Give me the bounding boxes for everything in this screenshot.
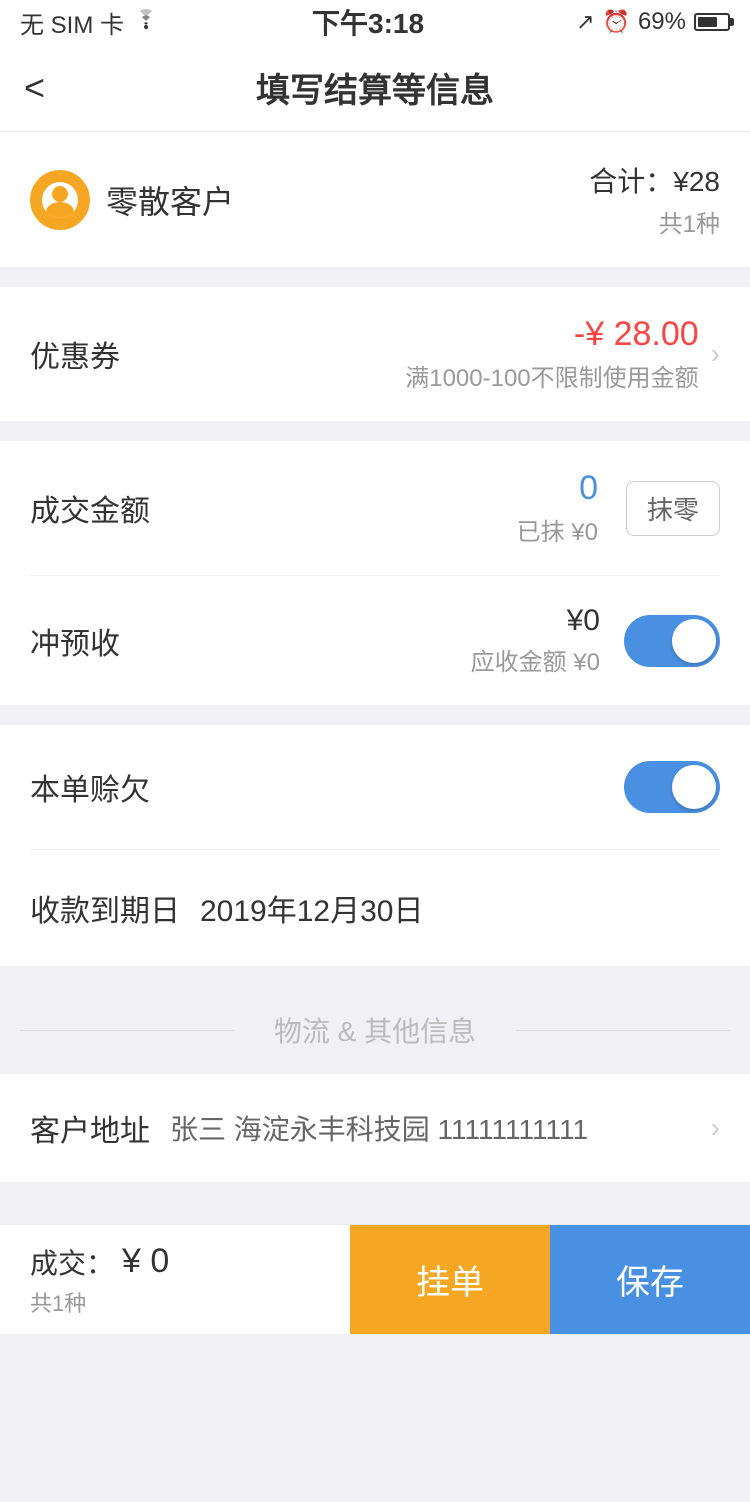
prepay-toggle[interactable]: [624, 615, 720, 667]
total-count: 共1种: [589, 204, 720, 239]
divider-3: [0, 705, 750, 725]
alarm-icon: ⏰: [603, 9, 630, 35]
debit-toggle[interactable]: [624, 761, 720, 813]
customer-section: 零散客户 合计：¥28 共1种: [0, 132, 750, 267]
avatar-icon: [42, 182, 78, 218]
battery-percent: 69%: [638, 8, 686, 36]
bottom-deal-amount: ¥ 0: [122, 1242, 169, 1281]
divider-2: [0, 421, 750, 441]
coupon-right: -¥ 28.00 满1000-100不限制使用金额 ›: [405, 315, 720, 393]
round-zero-button[interactable]: 抹零: [626, 481, 720, 536]
avatar: [30, 170, 90, 230]
coupon-section: 优惠券 -¥ 28.00 满1000-100不限制使用金额 ›: [0, 287, 750, 421]
address-label: 客户地址: [30, 1106, 150, 1150]
save-button[interactable]: 保存: [550, 1225, 750, 1334]
prepay-right: ¥0 应收金额 ¥0: [471, 604, 720, 677]
deal-amount-right: 0 已抹 ¥0 抹零: [517, 469, 720, 547]
deal-section: 成交金额 0 已抹 ¥0 抹零 冲预收 ¥0 应收金额 ¥0: [0, 441, 750, 705]
back-button[interactable]: <: [24, 67, 45, 109]
total-amount: 合计：¥28: [589, 160, 720, 200]
address-row[interactable]: 客户地址 张三 海淀永丰科技园 11111111111 ›: [30, 1074, 720, 1182]
address-section: 客户地址 张三 海淀永丰科技园 11111111111 ›: [0, 1074, 750, 1182]
prepay-sub: 应收金额 ¥0: [471, 642, 600, 677]
divider-1: [0, 267, 750, 287]
debit-label: 本单赊欠: [30, 765, 150, 809]
pending-button[interactable]: 挂单: [350, 1225, 550, 1334]
bottom-deal-count: 共1种: [30, 1286, 320, 1318]
deal-amount-row: 成交金额 0 已抹 ¥0 抹零: [30, 441, 720, 576]
coupon-right-col: -¥ 28.00 满1000-100不限制使用金额: [405, 315, 698, 393]
location-icon: ↗: [576, 9, 594, 35]
debit-row: 本单赊欠: [30, 725, 720, 849]
due-date-value: 2019年12月30日: [200, 886, 423, 930]
deal-amount-value: 0: [517, 469, 598, 508]
coupon-row[interactable]: 优惠券 -¥ 28.00 满1000-100不限制使用金额 ›: [30, 287, 720, 421]
status-right: ↗ ⏰ 69%: [576, 8, 730, 36]
address-chevron-icon: ›: [711, 1112, 720, 1144]
logistics-line-right: [516, 1030, 730, 1031]
address-value: 张三 海淀永丰科技园 11111111111: [170, 1108, 711, 1148]
bottom-deal-row: 成交： ¥ 0: [30, 1242, 320, 1282]
wifi-icon: [132, 8, 160, 36]
status-left: 无 SIM 卡: [20, 5, 160, 40]
coupon-value: -¥ 28.00: [405, 315, 698, 354]
time-display: 下午3:18: [312, 2, 424, 42]
nav-bar: < 填写结算等信息: [0, 44, 750, 132]
logistics-line-left: [20, 1030, 234, 1031]
logistics-text: 物流 & 其他信息: [254, 1010, 496, 1050]
status-bar: 无 SIM 卡 下午3:18 ↗ ⏰ 69%: [0, 0, 750, 44]
battery-icon: [694, 13, 730, 31]
coupon-label: 优惠券: [30, 332, 120, 376]
coupon-description: 满1000-100不限制使用金额: [405, 358, 698, 393]
divider-4: [0, 966, 750, 986]
logistics-divider: 物流 & 其他信息: [0, 986, 750, 1074]
bottom-deal-label: 成交：: [30, 1242, 114, 1282]
prepay-label: 冲预收: [30, 619, 120, 663]
prepay-row: 冲预收 ¥0 应收金额 ¥0: [30, 576, 720, 705]
customer-name: 零散客户: [106, 177, 234, 223]
prepay-amount-col: ¥0 应收金额 ¥0: [471, 604, 600, 677]
bottom-bar: 成交： ¥ 0 共1种 挂单 保存: [0, 1224, 750, 1334]
deal-amount-sub: 已抹 ¥0: [517, 512, 598, 547]
deal-amount-label: 成交金额: [30, 486, 150, 530]
chevron-right-icon: ›: [711, 338, 720, 370]
customer-left: 零散客户: [30, 170, 234, 230]
page-title: 填写结算等信息: [256, 63, 494, 112]
due-date-row: 收款到期日 2019年12月30日: [30, 849, 720, 966]
due-date-label: 收款到期日: [30, 886, 180, 930]
prepay-amount: ¥0: [471, 604, 600, 638]
bottom-info: 成交： ¥ 0 共1种: [0, 1225, 350, 1334]
toggle-knob: [672, 619, 716, 663]
customer-total: 合计：¥28 共1种: [589, 160, 720, 239]
carrier-text: 无 SIM 卡: [20, 5, 124, 40]
debit-toggle-knob: [672, 765, 716, 809]
debit-section: 本单赊欠 收款到期日 2019年12月30日: [0, 725, 750, 966]
